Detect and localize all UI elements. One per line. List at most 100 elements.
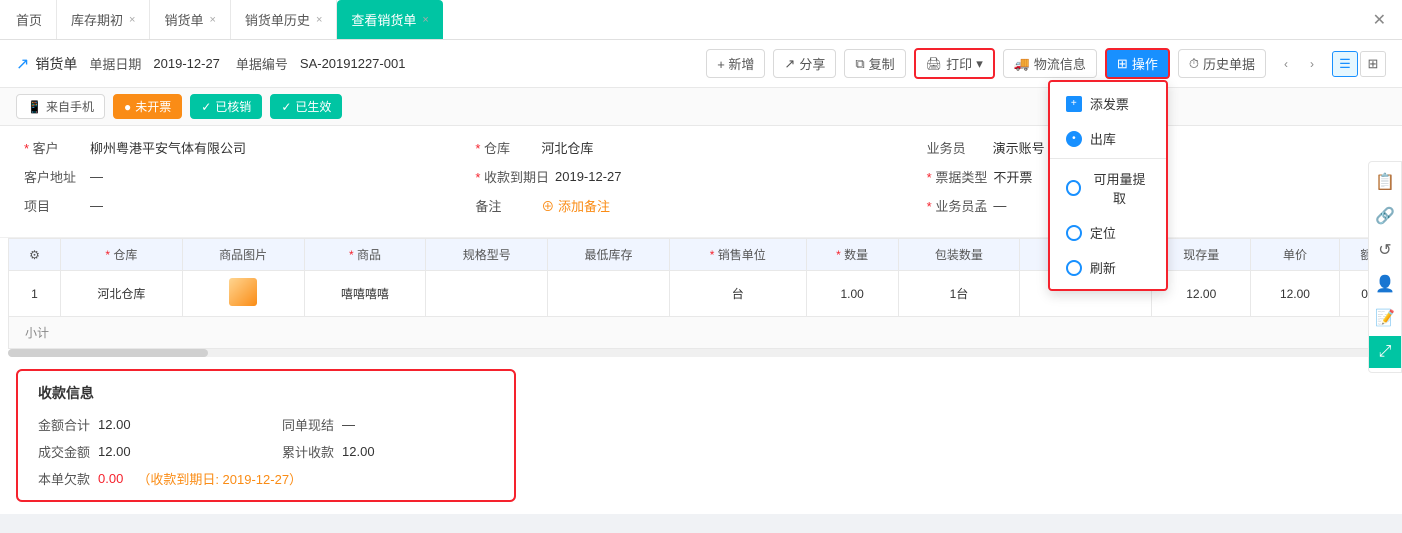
- circle-icon: ●: [124, 100, 131, 114]
- list-view-icon[interactable]: ☰: [1332, 51, 1358, 77]
- due-date-field: 收款到期日 2019-12-27: [475, 167, 926, 186]
- nav-arrows: ‹ ›: [1274, 52, 1324, 76]
- doc-title: ↗ 销货单: [16, 54, 77, 74]
- tab-close-inventory[interactable]: ×: [129, 14, 135, 26]
- project-field: 项目 —: [24, 196, 475, 215]
- col-settings[interactable]: ⚙: [9, 239, 61, 271]
- table-row: 1 河北仓库 嘻嘻嘻嘻 台 1.00 1台 12.00 12.00 0.: [9, 271, 1394, 317]
- customer-field: 客户 柳州粤港平安气体有限公司: [24, 138, 475, 157]
- warehouse-field: 仓库 河北仓库: [475, 138, 926, 157]
- project-value: —: [90, 198, 103, 213]
- operation-button[interactable]: ⊞ 操作 + 添发票 • 出库: [1105, 48, 1170, 79]
- ticket-type-value[interactable]: 不开票: [993, 167, 1032, 186]
- sidebar-doc-icon[interactable]: 📋: [1369, 166, 1401, 198]
- col-unit-price: 单价: [1251, 239, 1339, 271]
- row-product[interactable]: 嘻嘻嘻嘻: [304, 271, 426, 317]
- operation-wrapper: ⊞ 操作 + 添发票 • 出库: [1105, 48, 1170, 79]
- same-order-row: 同单现结 —: [282, 415, 494, 434]
- refresh-icon: [1066, 260, 1082, 276]
- not-open-button[interactable]: ● 未开票: [113, 94, 182, 119]
- table-scrollbar[interactable]: [8, 349, 1394, 357]
- form-row-3: 项目 — 备注 ⊕ 添加备注 业务员孟 —: [24, 196, 1378, 215]
- copy-button[interactable]: ⧉ 复制: [844, 49, 905, 78]
- prev-arrow[interactable]: ‹: [1274, 52, 1298, 76]
- sidebar-user-icon[interactable]: 👤: [1369, 268, 1401, 300]
- logistics-button[interactable]: 🚚 物流信息: [1003, 49, 1097, 78]
- number-value: SA-20191227-001: [300, 56, 406, 71]
- add-notes-button[interactable]: ⊕ 添加备注: [541, 196, 610, 215]
- doc-date-field: 单据日期 2019-12-27: [89, 54, 220, 73]
- next-arrow[interactable]: ›: [1300, 52, 1324, 76]
- row-quantity: 1.00: [806, 271, 898, 317]
- customer-value[interactable]: 柳州粤港平安气体有限公司: [90, 138, 246, 157]
- check-icon: ✓: [201, 100, 211, 114]
- employee-value: 演示账号: [993, 138, 1045, 157]
- address-label: 客户地址: [24, 167, 84, 186]
- sidebar-expand-icon[interactable]: ⤢: [1369, 336, 1401, 368]
- print-icon: 🖨: [926, 56, 943, 72]
- share-button[interactable]: ↗ 分享: [773, 49, 836, 78]
- cumulative-receipt-value: 12.00: [342, 444, 375, 459]
- due-date-value[interactable]: 2019-12-27: [555, 169, 622, 184]
- tab-close-sales[interactable]: ×: [209, 14, 215, 26]
- row-warehouse: 河北仓库: [61, 271, 183, 317]
- tab-sales-history[interactable]: 销货单历史 ×: [231, 0, 337, 39]
- add-invoice-icon: +: [1066, 96, 1082, 112]
- payment-title: 收款信息: [38, 383, 494, 403]
- tab-close-history[interactable]: ×: [316, 14, 322, 26]
- col-pack-qty: 包装数量: [898, 239, 1020, 271]
- tab-bar: 首页 库存期初 × 销货单 × 销货单历史 × 查看销货单 × ✕: [0, 0, 1402, 40]
- subtotal-row: 小计: [9, 317, 1394, 349]
- debt-row: 本单欠款 0.00 （收款到期日: 2019-12-27）: [38, 469, 494, 488]
- logistics-icon: 🚚: [1014, 56, 1030, 72]
- doc-number-field: 单据编号 SA-20191227-001: [236, 54, 406, 73]
- operation-icon: ⊞: [1117, 56, 1128, 72]
- cumulative-receipt-row: 累计收款 12.00: [282, 442, 494, 461]
- tab-close-view[interactable]: ×: [422, 14, 428, 26]
- tab-home[interactable]: 首页: [8, 0, 57, 39]
- dropdown-quantity-extract[interactable]: 可用量提取: [1050, 161, 1166, 215]
- customer-label: 客户: [24, 138, 84, 157]
- sidebar-link-icon[interactable]: 🔗: [1369, 200, 1401, 232]
- tab-view-sales[interactable]: 查看销货单 ×: [337, 0, 442, 39]
- right-sidebar: 📋 🔗 ↺ 👤 📝 ⤢: [1368, 161, 1402, 373]
- print-button[interactable]: 🖨 打印 ▾: [914, 48, 995, 79]
- from-phone-button[interactable]: 📱 来自手机: [16, 94, 105, 119]
- dropdown-add-invoice[interactable]: + 添发票: [1050, 86, 1166, 121]
- sales-emp-value: —: [993, 198, 1006, 213]
- dropdown-outbound[interactable]: • 出库: [1050, 121, 1166, 156]
- tab-sales-order[interactable]: 销货单 ×: [150, 0, 230, 39]
- bottom-section: 收款信息 金额合计 12.00 同单现结 — 成交金额 12.00 累计收款 1…: [0, 357, 1402, 514]
- row-min-stock: [548, 271, 670, 317]
- current-debt-label: 本单欠款: [38, 469, 90, 488]
- history-button[interactable]: ⏱ 历史单据: [1178, 49, 1266, 78]
- effective-button[interactable]: ✓ 已生效: [270, 94, 342, 119]
- new-button[interactable]: + 新增: [706, 49, 765, 78]
- address-field: 客户地址 —: [24, 167, 475, 186]
- row-unit-price: 12.00: [1251, 271, 1339, 317]
- col-warehouse: 仓库: [61, 239, 183, 271]
- phone-icon: 📱: [27, 100, 42, 114]
- verified-button[interactable]: ✓ 已核销: [190, 94, 262, 119]
- sidebar-refresh-icon[interactable]: ↺: [1369, 234, 1401, 266]
- scrollbar-thumb: [8, 349, 208, 357]
- tab-inventory-init[interactable]: 库存期初 ×: [57, 0, 150, 39]
- doc-actions: + 新增 ↗ 分享 ⧉ 复制 🖨 打印 ▾ 🚚 物流信息 ⊞ 操作: [706, 48, 1386, 79]
- current-debt-value: 0.00: [98, 471, 123, 486]
- row-num: 1: [9, 271, 61, 317]
- sidebar-note-icon[interactable]: 📝: [1369, 302, 1401, 334]
- doc-header: ↗ 销货单 单据日期 2019-12-27 单据编号 SA-20191227-0…: [0, 40, 1402, 88]
- dropdown-refresh[interactable]: 刷新: [1050, 250, 1166, 285]
- history-icon: ⏱: [1189, 56, 1199, 72]
- form-row-2: 客户地址 — 收款到期日 2019-12-27 票据类型 不开票: [24, 167, 1378, 186]
- same-order-label: 同单现结: [282, 415, 334, 434]
- date-label: 单据日期: [89, 54, 149, 73]
- grid-view-icon[interactable]: ⊞: [1360, 51, 1386, 77]
- doc-meta: 单据日期 2019-12-27 单据编号 SA-20191227-001: [89, 54, 405, 73]
- window-close-button[interactable]: ✕: [1365, 10, 1394, 30]
- warehouse-value[interactable]: 河北仓库: [541, 138, 593, 157]
- address-value: —: [90, 169, 103, 184]
- ticket-type-label: 票据类型: [927, 167, 988, 186]
- date-value: 2019-12-27: [153, 56, 220, 71]
- dropdown-locate[interactable]: 定位: [1050, 215, 1166, 250]
